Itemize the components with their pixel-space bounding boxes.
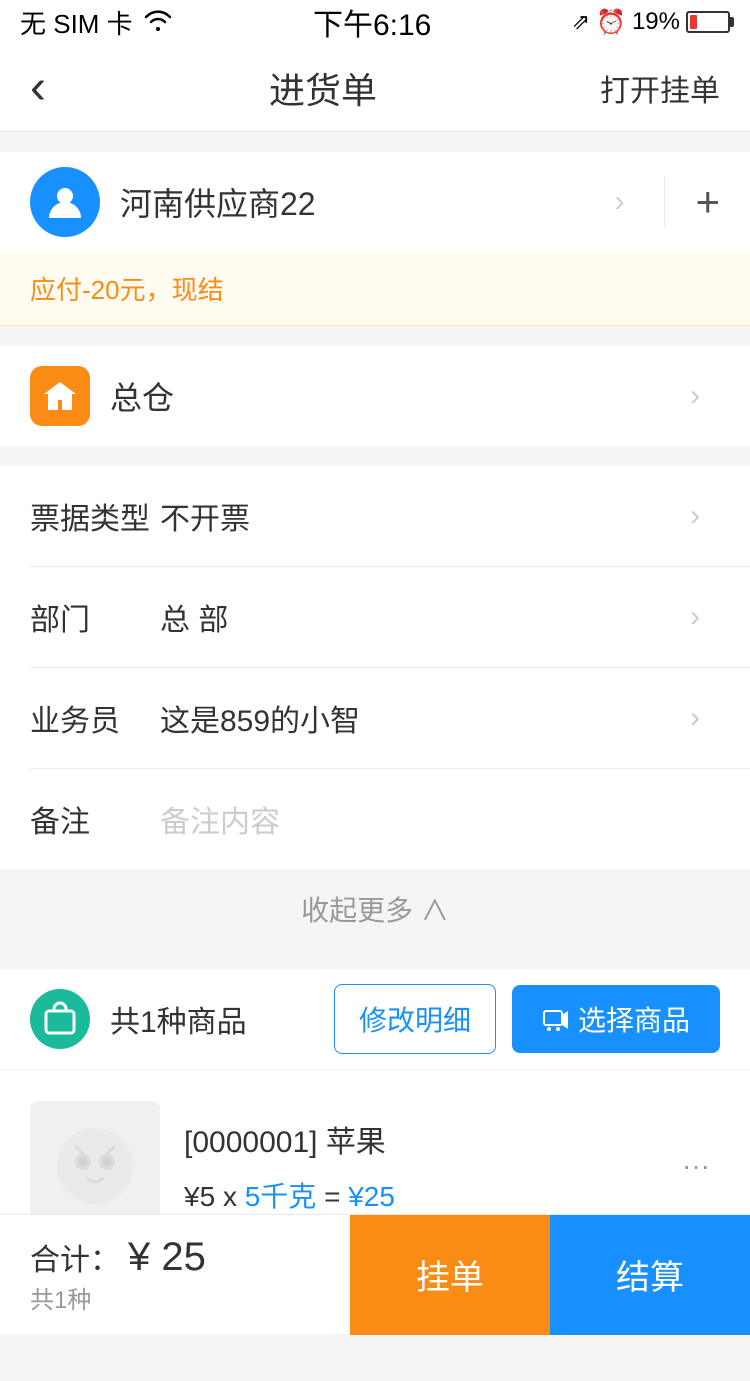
staff-value: 这是859的小智 <box>160 696 690 740</box>
total-label: 合计： <box>30 1235 120 1279</box>
product-qty: 5千克 <box>245 1181 317 1212</box>
product-code: [0000001] <box>184 1126 317 1159</box>
warehouse-icon <box>30 366 90 426</box>
staff-chevron: › <box>690 701 700 735</box>
shopping-bag-icon <box>42 1001 78 1037</box>
location-icon: ⇗ <box>572 9 590 35</box>
wifi-icon <box>143 7 173 38</box>
invoice-label: 票据类型 <box>30 494 160 538</box>
more-options-button[interactable]: ··· <box>672 1140 720 1192</box>
product-thumbnail <box>30 1101 160 1231</box>
status-right: ⇗ ⏰ 19% <box>572 8 730 37</box>
battery-text: 19% <box>632 8 680 36</box>
status-bar: 无 SIM 卡 下午6:16 ⇗ ⏰ 19% <box>0 0 750 44</box>
carrier-text: 无 SIM 卡 <box>20 4 133 41</box>
total-section: 合计： ¥ 25 共1种 <box>0 1235 350 1315</box>
gap-2 <box>0 326 750 346</box>
select-product-button[interactable]: 选择商品 <box>512 985 720 1053</box>
collapse-row[interactable]: 收起更多 ∧ <box>0 869 750 949</box>
product-unit-price: ¥5 <box>184 1181 215 1212</box>
warehouse-row[interactable]: 总仓 › <box>0 346 750 446</box>
supplier-avatar <box>30 167 100 237</box>
staff-row[interactable]: 业务员 这是859的小智 › <box>0 668 750 768</box>
gap-4 <box>0 949 750 969</box>
home-icon <box>42 378 78 414</box>
total-count: 共1种 <box>30 1280 320 1315</box>
add-button[interactable]: + <box>695 178 720 226</box>
invoice-value: 不开票 <box>160 494 690 538</box>
products-header: 共1种商品 修改明细 选择商品 <box>0 969 750 1069</box>
bottom-bar: 合计： ¥ 25 共1种 挂单 结算 <box>0 1214 750 1334</box>
alarm-icon: ⏰ <box>596 8 626 37</box>
product-name: [0000001] 苹果 <box>184 1117 672 1161</box>
supplier-divider <box>664 177 665 227</box>
owl-logo-icon <box>55 1126 135 1206</box>
status-left: 无 SIM 卡 <box>20 4 173 41</box>
warehouse-chevron: › <box>690 379 700 413</box>
remark-row[interactable]: 备注 备注内容 <box>0 769 750 869</box>
products-count: 共1种商品 <box>110 997 334 1041</box>
edit-detail-button[interactable]: 修改明细 <box>334 984 496 1054</box>
equals-sign: = <box>324 1181 348 1212</box>
status-time: 下午6:16 <box>313 0 431 44</box>
hang-button[interactable]: 挂单 <box>350 1215 550 1335</box>
invoice-chevron: › <box>690 499 700 533</box>
product-info: [0000001] 苹果 ¥5 x 5千克 = ¥25 <box>184 1117 672 1215</box>
remark-label: 备注 <box>30 797 160 841</box>
back-button[interactable]: ‹ <box>30 60 46 115</box>
notice-banner: 应付-20元，现结 <box>0 252 750 326</box>
product-price-row: ¥5 x 5千克 = ¥25 <box>184 1175 672 1215</box>
collapse-label: 收起更多 ∧ <box>301 889 449 929</box>
select-product-label: 选择商品 <box>578 999 690 1039</box>
open-hang-button[interactable]: 打开挂单 <box>600 66 720 110</box>
products-icon <box>30 989 90 1049</box>
person-icon <box>45 182 85 222</box>
checkout-button[interactable]: 结算 <box>550 1215 750 1335</box>
dept-label: 部门 <box>30 595 160 639</box>
staff-label: 业务员 <box>30 696 160 740</box>
page-title: 进货单 <box>269 62 377 114</box>
total-amount: ¥ 25 <box>128 1235 206 1280</box>
supplier-name: 河南供应商22 <box>120 179 614 225</box>
warehouse-name: 总仓 <box>110 373 690 419</box>
dept-chevron: › <box>690 600 700 634</box>
gap-3 <box>0 446 750 466</box>
remark-input[interactable]: 备注内容 <box>160 797 720 841</box>
invoice-row[interactable]: 票据类型 不开票 › <box>0 466 750 566</box>
gap-1 <box>0 132 750 152</box>
notice-text: 应付-20元，现结 <box>30 275 224 305</box>
form-section: 票据类型 不开票 › 部门 总 部 › 业务员 这是859的小智 › 备注 备注… <box>0 466 750 869</box>
dept-row[interactable]: 部门 总 部 › <box>0 567 750 667</box>
cart-icon <box>542 1005 570 1033</box>
price-separator: x <box>223 1181 245 1212</box>
product-total: ¥25 <box>348 1181 395 1212</box>
supplier-chevron: › <box>614 185 624 219</box>
product-title: 苹果 <box>326 1126 386 1159</box>
battery-icon <box>686 11 730 33</box>
supplier-row[interactable]: 河南供应商22 › + <box>0 152 750 252</box>
dept-value: 总 部 <box>160 595 690 639</box>
nav-bar: ‹ 进货单 打开挂单 <box>0 44 750 132</box>
total-row: 合计： ¥ 25 <box>30 1235 320 1280</box>
